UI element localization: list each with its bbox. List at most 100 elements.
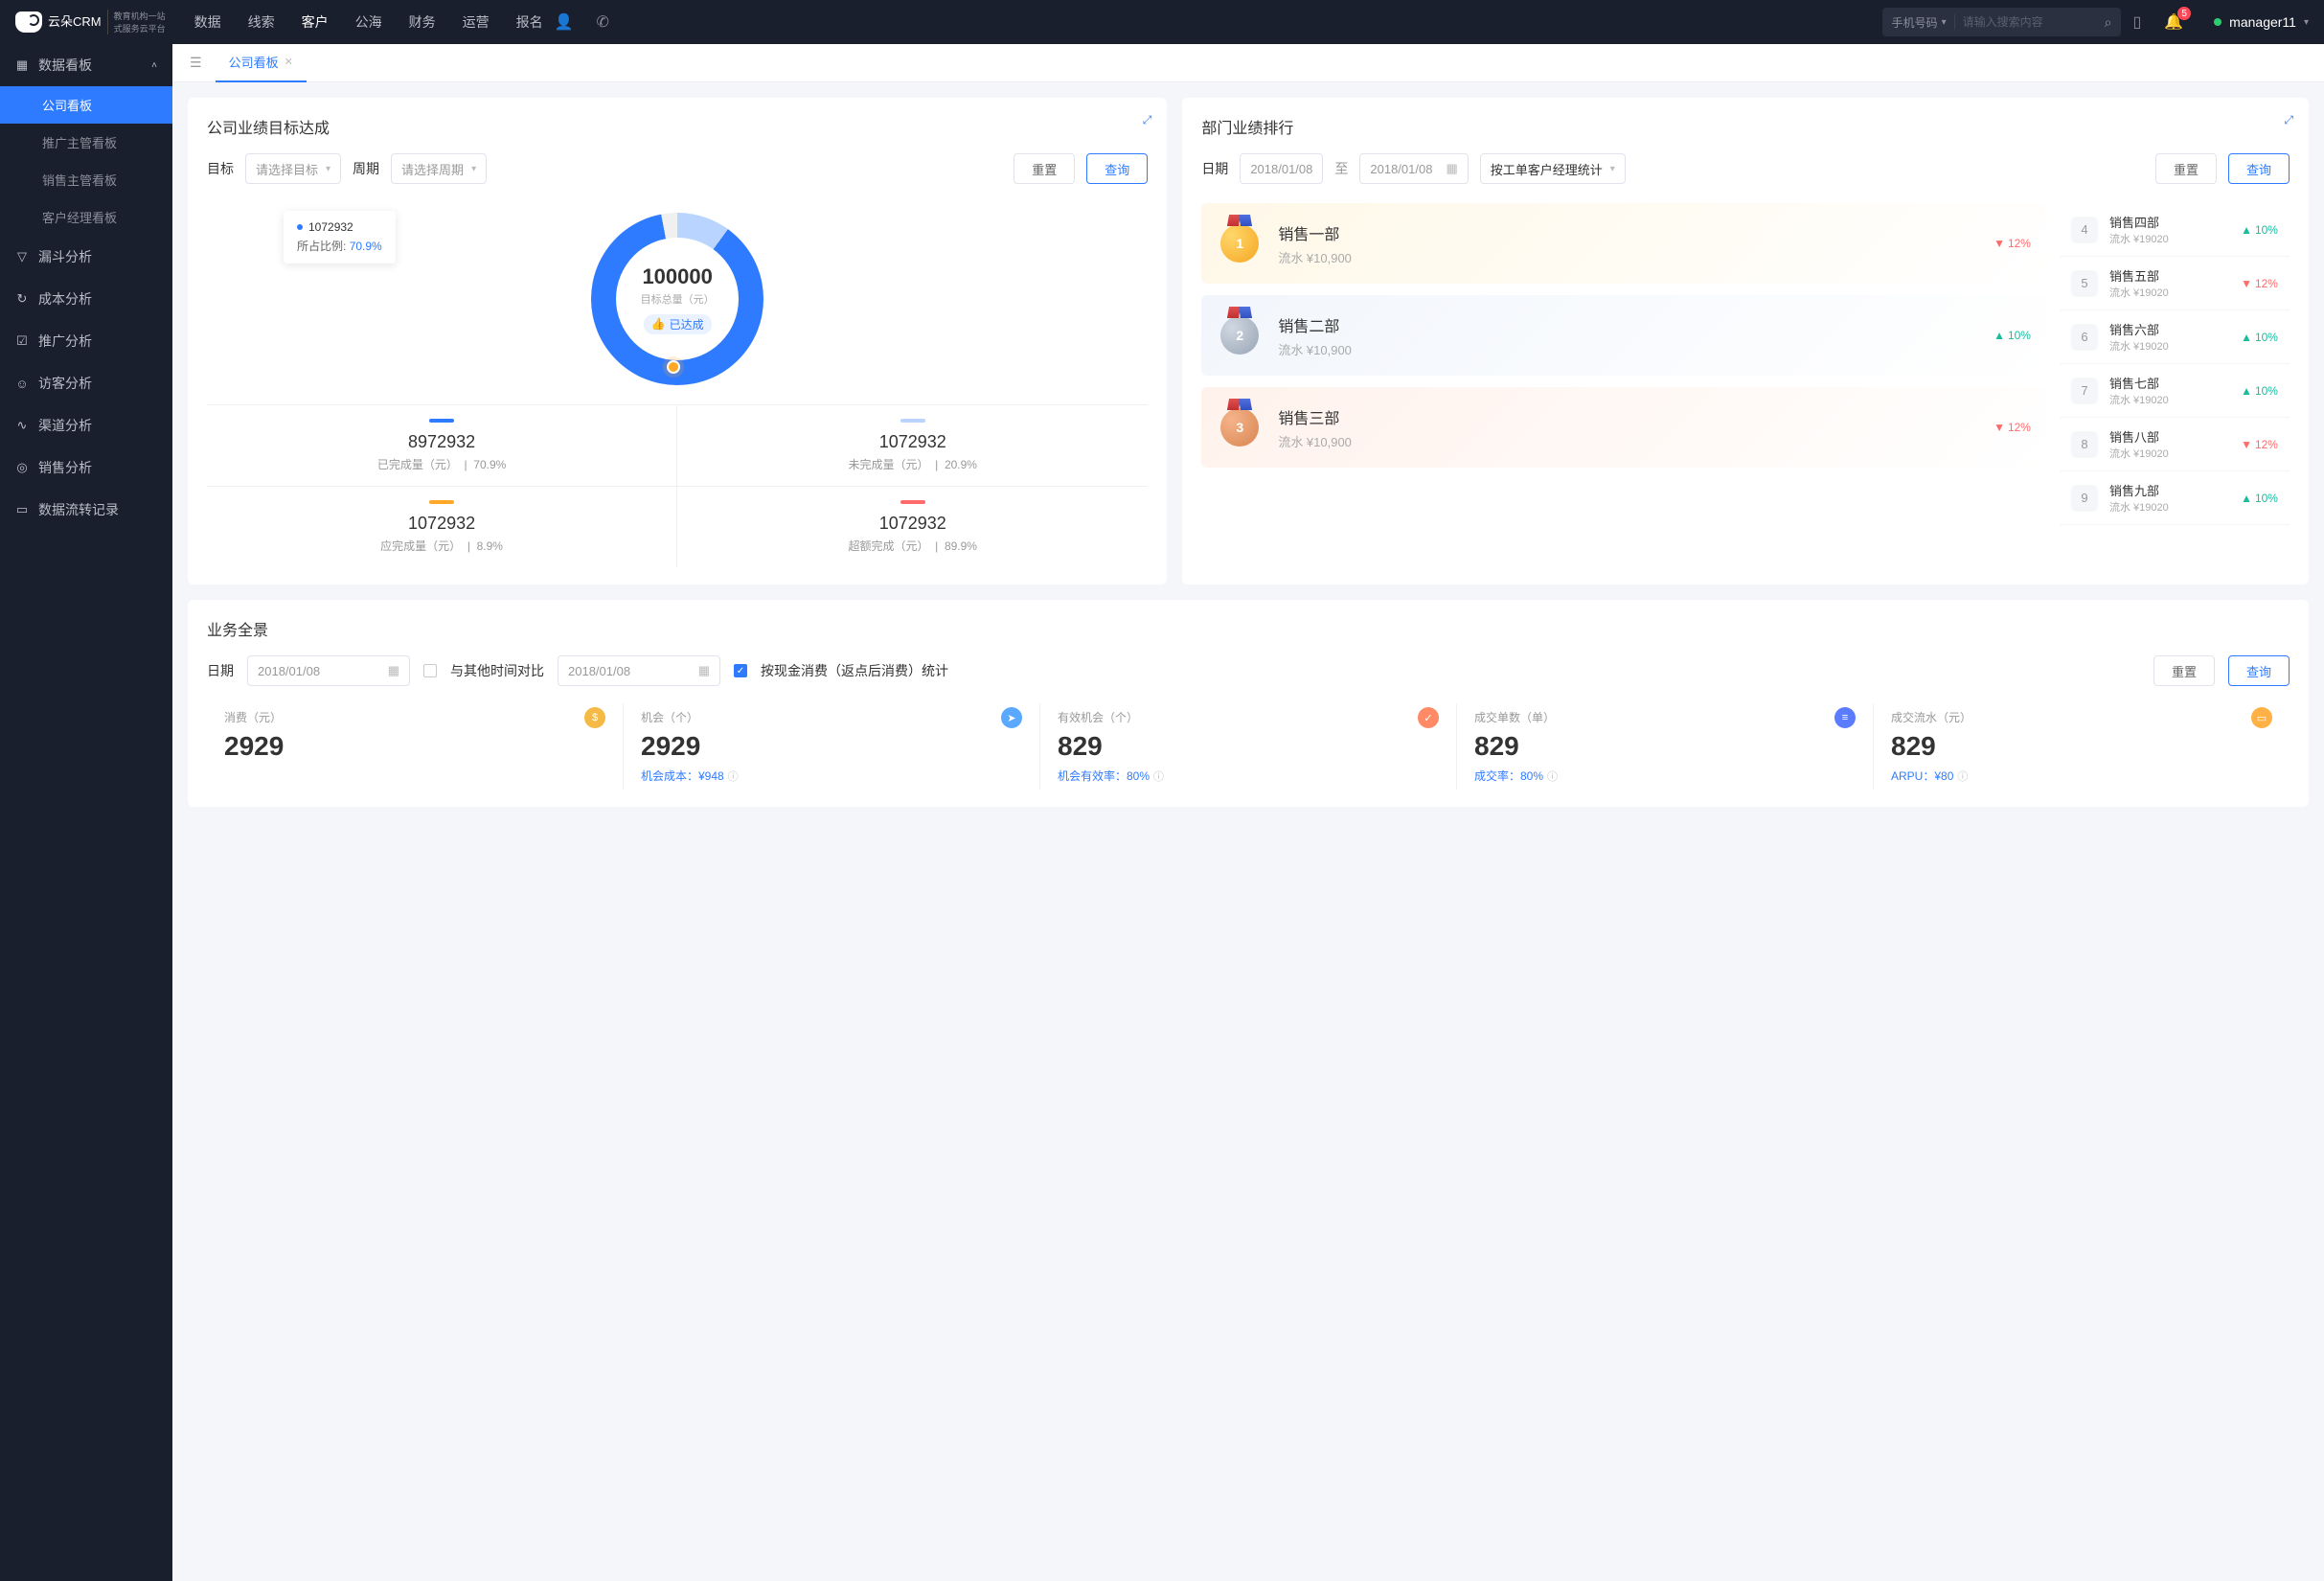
metric-icon: $ <box>584 707 605 728</box>
rank-row: 9销售九部流水 ¥19020▲10% <box>2060 471 2290 525</box>
achieved-badge: 👍已达成 <box>644 314 712 334</box>
chart-tooltip: 1072932 所占比例: 70.9% <box>284 211 396 264</box>
main-nav: 数据 线索 客户 公海 财务 运营 报名 <box>194 12 543 32</box>
donut-chart: 100000 目标总量（元） 👍已达成 <box>591 213 763 385</box>
medal-icon: 1 <box>1217 220 1263 266</box>
tab-bar: ☰ 公司看板 ✕ <box>172 44 2324 82</box>
business-overview-card: 业务全景 日期 2018/01/08▦ 与其他时间对比 2018/01/08▦ … <box>188 600 2309 807</box>
username: manager11 <box>2229 14 2296 30</box>
stat-cell: 1072932未完成量（元） | 20.9% <box>677 404 1148 486</box>
rank-row: 5销售五部流水 ¥19020▼12% <box>2060 257 2290 310</box>
goal-achievement-card: ⤢ 公司业绩目标达成 目标 请选择目标▾ 周期 请选择周期▾ 重置 查询 107… <box>188 98 1167 584</box>
expand-icon[interactable]: ⤢ <box>1143 113 1152 127</box>
close-icon[interactable]: ✕ <box>285 56 293 68</box>
nav-item-2[interactable]: 客户 <box>302 12 329 32</box>
metric-icon: ➤ <box>1001 707 1022 728</box>
delta-badge: ▼12% <box>1994 421 2031 434</box>
sidebar-sub-1[interactable]: 推广主管看板 <box>0 124 172 161</box>
sidebar-item-icon: ∿ <box>15 418 29 433</box>
user-menu[interactable]: manager11 ▾ <box>2214 14 2309 30</box>
sidebar-item-6[interactable]: ▭数据流转记录 <box>0 489 172 531</box>
delta-badge: ▲10% <box>2241 223 2278 237</box>
nav-item-5[interactable]: 运营 <box>463 12 490 32</box>
card-title: 业务全景 <box>207 617 2290 640</box>
search-input[interactable] <box>1963 15 2097 29</box>
reset-button[interactable]: 重置 <box>2155 153 2217 184</box>
chevron-down-icon: ▾ <box>2304 17 2309 28</box>
metric-icon: ▭ <box>2251 707 2272 728</box>
top-nav: 云朵CRM 教育机构一站 式服务云平台 数据 线索 客户 公海 财务 运营 报名 👤 ✆ 手… <box>0 0 2324 44</box>
sidebar-item-2[interactable]: ☑推广分析 <box>0 320 172 362</box>
sidebar-sub-2[interactable]: 销售主管看板 <box>0 161 172 198</box>
status-dot-icon <box>2214 18 2221 26</box>
mobile-icon[interactable]: ▯ <box>2132 12 2141 32</box>
nav-item-6[interactable]: 报名 <box>516 12 543 32</box>
medal-card-2: 2销售二部流水 ¥10,900▲10% <box>1201 295 2046 376</box>
sidebar-item-1[interactable]: ↻成本分析 <box>0 278 172 320</box>
medal-icon: 3 <box>1217 404 1263 450</box>
reset-button[interactable]: 重置 <box>1014 153 1075 184</box>
expand-icon[interactable]: ⤢ <box>2284 113 2293 127</box>
sidebar-group-dashboard[interactable]: ▦ 数据看板 ˄ <box>0 44 172 86</box>
logo-title: 云朵CRM <box>48 15 102 29</box>
phone-icon[interactable]: ✆ <box>597 12 609 32</box>
nav-item-1[interactable]: 线索 <box>248 12 275 32</box>
department-ranking-card: ⤢ 部门业绩排行 日期 2018/01/08 至 2018/01/08▦ 按工单… <box>1182 98 2309 584</box>
period-select[interactable]: 请选择周期▾ <box>391 153 487 184</box>
medal-card-1: 1销售一部流水 ¥10,900▼12% <box>1201 203 2046 284</box>
metric-card: ✓有效机会（个）829机会有效率：80%ⓘ <box>1040 703 1457 790</box>
delta-badge: ▲10% <box>2241 331 2278 344</box>
query-button[interactable]: 查询 <box>2228 655 2290 686</box>
tab-company-dashboard[interactable]: 公司看板 ✕ <box>216 44 307 82</box>
user-icon[interactable]: 👤 <box>555 12 574 32</box>
search-type-select[interactable]: 手机号码▾ <box>1892 14 1947 31</box>
main-content: ☰ 公司看板 ✕ ⤢ 公司业绩目标达成 目标 请选择目标▾ 周期 请选择周期▾ … <box>172 44 2324 1581</box>
medal-card-3: 3销售三部流水 ¥10,900▼12% <box>1201 387 2046 468</box>
chevron-up-icon: ˄ <box>151 60 157 71</box>
compare-checkbox[interactable] <box>423 664 437 677</box>
delta-badge: ▼12% <box>2241 438 2278 451</box>
sidebar-item-5[interactable]: ◎销售分析 <box>0 447 172 489</box>
sidebar-item-3[interactable]: ☺访客分析 <box>0 362 172 404</box>
card-title: 部门业绩排行 <box>1201 115 2290 138</box>
help-icon[interactable]: ⓘ <box>1547 768 1558 784</box>
query-button[interactable]: 查询 <box>2228 153 2290 184</box>
notification-icon[interactable]: 🔔5 <box>2164 12 2183 32</box>
logo[interactable]: 云朵CRM 教育机构一站 式服务云平台 <box>15 10 166 34</box>
help-icon[interactable]: ⓘ <box>1957 768 1968 784</box>
group-by-select[interactable]: 按工单客户经理统计▾ <box>1480 153 1626 184</box>
metric-icon: ≡ <box>1834 707 1856 728</box>
sidebar-item-icon: ▽ <box>15 249 29 264</box>
notification-badge: 5 <box>2177 7 2191 20</box>
delta-badge: ▲10% <box>2241 384 2278 398</box>
metric-icon: ✓ <box>1418 707 1439 728</box>
logo-icon <box>15 11 42 33</box>
overview-date-input[interactable]: 2018/01/08▦ <box>247 655 410 686</box>
target-select[interactable]: 请选择目标▾ <box>245 153 341 184</box>
date-from-input[interactable]: 2018/01/08 <box>1240 153 1323 184</box>
query-button[interactable]: 查询 <box>1086 153 1148 184</box>
sidebar-item-0[interactable]: ▽漏斗分析 <box>0 236 172 278</box>
nav-item-4[interactable]: 财务 <box>409 12 436 32</box>
sidebar-item-icon: ↻ <box>15 291 29 307</box>
sidebar-item-icon: ☑ <box>15 333 29 349</box>
thumbs-up-icon: 👍 <box>651 317 666 331</box>
compare-date-input[interactable]: 2018/01/08▦ <box>558 655 720 686</box>
sidebar-sub-0[interactable]: 公司看板 <box>0 86 172 124</box>
nav-item-3[interactable]: 公海 <box>355 12 382 32</box>
search-box: 手机号码▾ ⌕ <box>1882 8 2122 36</box>
rank-row: 4销售四部流水 ¥19020▲10% <box>2060 203 2290 257</box>
cash-stat-checkbox[interactable]: ✓ <box>734 664 747 677</box>
search-icon[interactable]: ⌕ <box>2105 14 2112 31</box>
sidebar-item-icon: ◎ <box>15 460 29 475</box>
dashboard-icon: ▦ <box>15 57 29 73</box>
nav-item-0[interactable]: 数据 <box>194 12 221 32</box>
help-icon[interactable]: ⓘ <box>728 768 739 784</box>
sidebar-sub-3[interactable]: 客户经理看板 <box>0 198 172 236</box>
reset-button[interactable]: 重置 <box>2153 655 2215 686</box>
stat-cell: 1072932超额完成（元） | 89.9% <box>677 486 1148 567</box>
date-to-input[interactable]: 2018/01/08▦ <box>1359 153 1468 184</box>
menu-toggle-icon[interactable]: ☰ <box>184 55 208 71</box>
help-icon[interactable]: ⓘ <box>1153 768 1164 784</box>
sidebar-item-4[interactable]: ∿渠道分析 <box>0 404 172 447</box>
